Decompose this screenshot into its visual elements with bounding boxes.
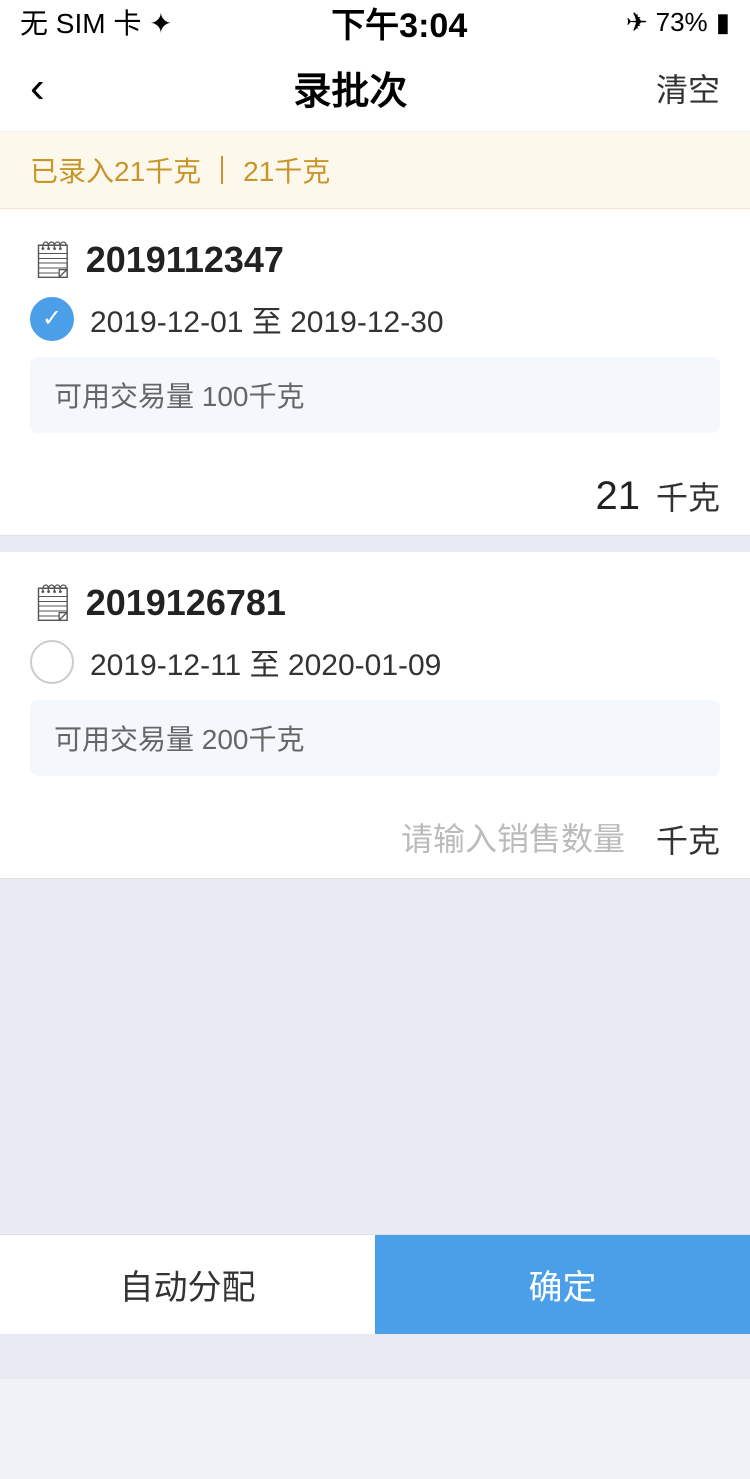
batch-date-1: 2019-12-01 至 2019-12-30 xyxy=(90,297,444,341)
batch-date-row-1: ✓ 2019-12-01 至 2019-12-30 xyxy=(30,297,720,341)
batch-card-1: 🗒 2019112347 ✓ 2019-12-01 至 2019-12-30 可… xyxy=(0,209,750,536)
auto-distribute-button[interactable]: 自动分配 xyxy=(0,1235,375,1334)
card-separator-1 xyxy=(0,536,750,552)
qty-input-2[interactable] xyxy=(340,821,640,858)
batch-id-2: 2019126781 xyxy=(86,582,286,624)
info-divider xyxy=(221,156,223,184)
location-icon: ✈ xyxy=(626,7,648,38)
batch-radio-1[interactable]: ✓ xyxy=(30,297,74,341)
available-qty-box-1: 可用交易量 100千克 xyxy=(30,357,720,433)
battery-icon: ▮ xyxy=(716,7,730,38)
nav-bar: ‹ 录批次 清空 xyxy=(0,44,750,132)
back-button[interactable]: ‹ xyxy=(30,66,45,110)
status-bar: 无 SIM 卡 ✦ 下午3:04 ✈ 73% ▮ xyxy=(0,0,750,44)
qty-unit-1: 千克 xyxy=(656,473,720,519)
qty-value-1: 21 xyxy=(595,474,640,519)
batch-id-1: 2019112347 xyxy=(86,239,284,281)
batch-header-1: 🗒 2019112347 xyxy=(30,239,720,281)
footer: 自动分配 确定 xyxy=(0,1234,750,1334)
input-row-2[interactable]: 千克 xyxy=(0,800,750,879)
info-bar: 已录入21千克 21千克 xyxy=(0,132,750,209)
status-bar-left: 无 SIM 卡 ✦ xyxy=(20,2,173,42)
recorded-amount-value: 21千克 xyxy=(243,150,330,190)
batch-doc-icon-2: 🗒 xyxy=(30,582,76,624)
battery-text: 73% xyxy=(656,7,708,38)
status-bar-time: 下午3:04 xyxy=(331,0,467,47)
available-qty-box-2: 可用交易量 200千克 xyxy=(30,700,720,776)
batch-header-2: 🗒 2019126781 xyxy=(30,582,720,624)
recorded-amount-label: 已录入21千克 xyxy=(30,150,201,190)
page-title: 录批次 xyxy=(293,60,407,115)
qty-row-1: 21 千克 xyxy=(0,457,750,536)
batch-item-2: 🗒 2019126781 2019-12-11 至 2020-01-09 可用交… xyxy=(0,552,750,776)
sim-signal-text: 无 SIM 卡 ✦ xyxy=(20,2,173,42)
batch-date-2: 2019-12-11 至 2020-01-09 xyxy=(90,640,441,684)
clear-button[interactable]: 清空 xyxy=(656,65,720,111)
input-unit-2: 千克 xyxy=(656,816,720,862)
batch-date-row-2: 2019-12-11 至 2020-01-09 xyxy=(30,640,720,684)
status-bar-right: ✈ 73% ▮ xyxy=(626,7,730,38)
check-icon-1: ✓ xyxy=(42,307,62,331)
batch-radio-2[interactable] xyxy=(30,640,74,684)
batch-card-2: 🗒 2019126781 2019-12-11 至 2020-01-09 可用交… xyxy=(0,552,750,879)
batch-item-1: 🗒 2019112347 ✓ 2019-12-01 至 2019-12-30 可… xyxy=(0,209,750,433)
batch-doc-icon-1: 🗒 xyxy=(30,239,76,281)
confirm-button[interactable]: 确定 xyxy=(375,1235,750,1334)
